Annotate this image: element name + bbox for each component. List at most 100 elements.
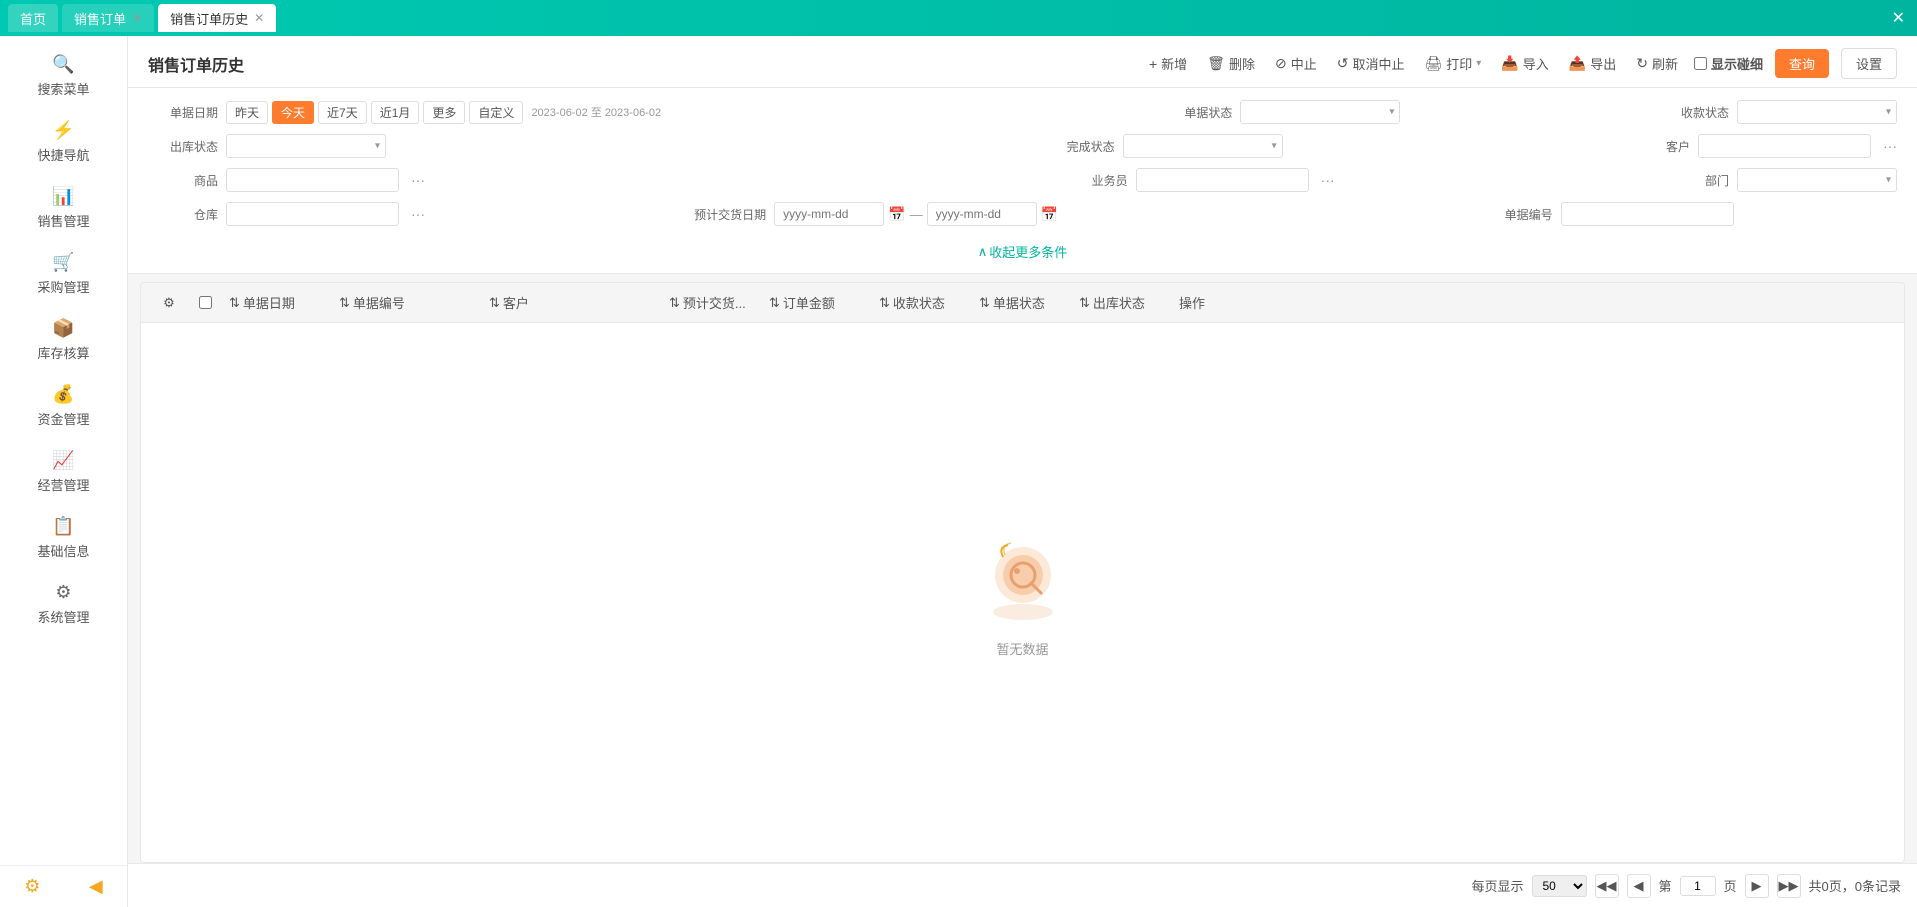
th-doc-date-sort-icon: ⇅	[229, 295, 240, 311]
yesterday-btn[interactable]: 昨天	[226, 101, 268, 124]
per-page-select[interactable]: 50 10 20 100	[1532, 875, 1587, 897]
th-doc-no-label: 单据编号	[353, 293, 405, 312]
display-toggle: 显示碰细	[1694, 54, 1763, 73]
tab-home-label: 首页	[20, 9, 46, 28]
th-payment-status[interactable]: ⇅ 收款状态	[871, 293, 971, 312]
stop-button[interactable]: ⊘ 中止	[1271, 52, 1321, 75]
delivery-date-to[interactable]	[927, 202, 1037, 226]
th-doc-date-label: 单据日期	[243, 293, 295, 312]
sidebar-item-sys-mgmt-label: 系统管理	[37, 607, 89, 626]
doc-no-input[interactable]	[1561, 202, 1734, 226]
doc-status-select[interactable]	[1240, 100, 1400, 124]
product-label: 商品	[148, 172, 218, 189]
doc-no-label: 单据编号	[1483, 206, 1553, 223]
th-doc-status[interactable]: ⇅ 单据状态	[971, 293, 1071, 312]
delivery-status-select[interactable]	[226, 134, 386, 158]
sidebar-item-finance-mgmt[interactable]: 💰 资金管理	[0, 374, 127, 438]
warehouse-label: 仓库	[148, 206, 218, 223]
sidebar-item-quick-nav[interactable]: ⚡ 快捷导航	[0, 110, 127, 174]
cancel-stop-label: 取消中止	[1352, 54, 1404, 73]
today-btn[interactable]: 今天	[272, 101, 314, 124]
table-area: ⚙ ⇅ 单据日期 ⇅ 单据编号 ⇅ 客户 ⇅	[140, 282, 1905, 863]
more-btn[interactable]: 更多	[423, 101, 465, 124]
date-buttons: 昨天 今天 近7天 近1月 更多 自定义	[226, 101, 523, 124]
settings-button[interactable]: 设置	[1841, 48, 1897, 79]
settings-gear-icon[interactable]: ⚙	[163, 295, 175, 311]
salesperson-input[interactable]	[1136, 168, 1309, 192]
export-button[interactable]: 📤 导出	[1565, 52, 1620, 75]
sidebar-item-inventory-calc[interactable]: 📦 库存核算	[0, 308, 127, 372]
th-settings[interactable]: ⚙	[149, 295, 189, 311]
sidebar-item-base-info[interactable]: 📋 基础信息	[0, 506, 127, 570]
window-close-button[interactable]: ✕	[1892, 8, 1905, 28]
prev-page-button[interactable]: ◀	[1627, 874, 1651, 898]
new-label: 新增	[1161, 54, 1187, 73]
sidebar-item-search-menu[interactable]: 🔍 搜索菜单	[0, 44, 127, 108]
th-customer[interactable]: ⇅ 客户	[481, 293, 661, 312]
stop-label: 中止	[1291, 54, 1317, 73]
warehouse-ellipsis[interactable]: ···	[411, 206, 425, 222]
th-amount-label: 订单金额	[783, 293, 835, 312]
sidebar-collapse-icon[interactable]: ◀	[89, 876, 103, 897]
content-area: 销售订单历史 + 新增 🗑 删除 ⊘ 中止 ↺ 取消中止	[128, 36, 1917, 907]
th-action-label: 操作	[1179, 293, 1205, 312]
tab-home[interactable]: 首页	[8, 4, 58, 32]
delivery-date-to-icon[interactable]: 📅	[1041, 206, 1058, 223]
th-doc-date[interactable]: ⇅ 单据日期	[221, 293, 331, 312]
last-page-button[interactable]: ▶▶	[1777, 874, 1801, 898]
sidebar-item-search-menu-label: 搜索菜单	[37, 79, 89, 98]
import-button[interactable]: 📥 导入	[1497, 52, 1552, 75]
last1month-btn[interactable]: 近1月	[371, 101, 420, 124]
delivery-date-from[interactable]	[774, 202, 884, 226]
toolbar: + 新增 🗑 删除 ⊘ 中止 ↺ 取消中止 🖨 打印	[1145, 48, 1897, 79]
customer-input[interactable]	[1698, 134, 1871, 158]
th-delivery-date[interactable]: ⇅ 预计交货...	[661, 293, 761, 312]
collapse-btn[interactable]: ∧ 收起更多条件	[978, 242, 1068, 261]
dept-wrapper	[1737, 168, 1897, 192]
sidebar-item-sales-mgmt[interactable]: 📊 销售管理	[0, 176, 127, 240]
cancel-stop-button[interactable]: ↺ 取消中止	[1333, 52, 1409, 75]
sidebar-item-purchase-mgmt[interactable]: 🛒 采购管理	[0, 242, 127, 306]
th-doc-no[interactable]: ⇅ 单据编号	[331, 293, 481, 312]
th-delivery-status[interactable]: ⇅ 出库状态	[1071, 293, 1171, 312]
first-page-button[interactable]: ◀◀	[1595, 874, 1619, 898]
refresh-button[interactable]: ↻ 刷新	[1632, 52, 1682, 75]
sys-mgmt-icon: ⚙	[55, 582, 71, 603]
new-icon: +	[1149, 56, 1157, 72]
page-number-input[interactable]	[1680, 876, 1716, 896]
query-button[interactable]: 查询	[1775, 49, 1829, 78]
custom-btn[interactable]: 自定义	[469, 101, 523, 124]
filter-row-4: 仓库 ··· 预计交货日期 📅 — 📅 单据编号	[148, 202, 1897, 226]
delivery-date-from-icon[interactable]: 📅	[888, 206, 905, 223]
sidebar-item-sys-mgmt[interactable]: ⚙ 系统管理	[0, 572, 127, 636]
print-dropdown-icon[interactable]: ▾	[1476, 58, 1481, 69]
completion-status-select[interactable]	[1123, 134, 1283, 158]
search-menu-icon: 🔍	[52, 54, 74, 75]
salesperson-ellipsis[interactable]: ···	[1321, 172, 1335, 188]
customer-label: 客户	[1620, 138, 1690, 155]
th-order-amount[interactable]: ⇅ 订单金额	[761, 293, 871, 312]
select-all-checkbox[interactable]	[199, 296, 212, 309]
print-button[interactable]: 🖨 打印 ▾	[1420, 52, 1485, 75]
delete-button[interactable]: 🗑 删除	[1203, 52, 1259, 75]
last7-btn[interactable]: 近7天	[318, 101, 367, 124]
customer-ellipsis[interactable]: ···	[1883, 138, 1897, 154]
sidebar-settings-icon[interactable]: ⚙	[24, 876, 40, 897]
product-ellipsis[interactable]: ···	[411, 172, 425, 188]
sidebar-item-quick-nav-label: 快捷导航	[37, 145, 89, 164]
tab-sales-order-history-close[interactable]: ✕	[254, 11, 264, 25]
sidebar-item-ops-mgmt[interactable]: 📈 经营管理	[0, 440, 127, 504]
warehouse-input[interactable]	[226, 202, 399, 226]
th-checkbox	[189, 296, 221, 309]
display-toggle-checkbox[interactable]	[1694, 57, 1707, 70]
payment-status-select[interactable]	[1737, 100, 1897, 124]
dept-select[interactable]	[1737, 168, 1897, 192]
tab-sales-order-close[interactable]: ✕	[132, 11, 142, 25]
next-page-button[interactable]: ▶	[1745, 874, 1769, 898]
cancel-stop-icon: ↺	[1337, 55, 1349, 72]
tab-sales-order-history[interactable]: 销售订单历史 ✕	[158, 4, 276, 32]
new-button[interactable]: + 新增	[1145, 52, 1191, 75]
product-input[interactable]	[226, 168, 399, 192]
empty-state: 暂无数据	[141, 323, 1904, 862]
tab-sales-order[interactable]: 销售订单 ✕	[62, 4, 154, 32]
